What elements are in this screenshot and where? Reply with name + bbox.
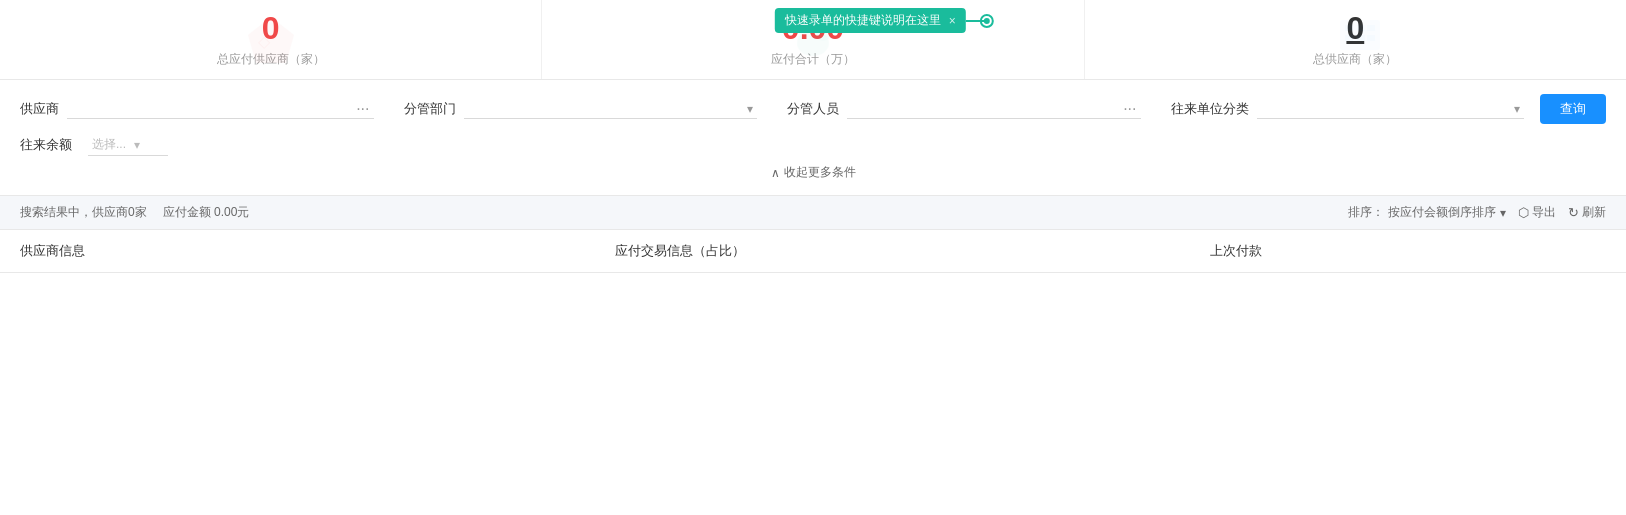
amount-placeholder: 选择... <box>92 136 126 153</box>
refresh-icon: ↻ <box>1568 205 1579 220</box>
svg-rect-6 <box>1357 25 1365 31</box>
unit-category-chevron-icon[interactable]: ▾ <box>1510 102 1524 116</box>
result-left: 搜索结果中，供应商0家 应付金额 0.00元 <box>20 204 249 221</box>
filter-unit-category: 往来单位分类 ▾ <box>1171 99 1525 119</box>
export-button[interactable]: ⬡ 导出 <box>1518 204 1556 221</box>
shortcut-tooltip[interactable]: 快速录单的快捷键说明在这里 × <box>775 8 966 33</box>
svg-text:◇: ◇ <box>258 33 271 50</box>
unit-category-input-wrap[interactable]: ▾ <box>1257 99 1525 119</box>
tooltip-close-button[interactable]: × <box>949 14 956 28</box>
table-body <box>0 273 1626 515</box>
collapse-row: ∧ 收起更多条件 <box>20 160 1606 185</box>
export-label: 导出 <box>1532 204 1556 221</box>
sort-value: 按应付会额倒序排序 <box>1388 204 1496 221</box>
filter-row-1: 供应商 ··· 分管部门 ▾ 分管人员 ··· 往来单位分 <box>20 94 1606 124</box>
sort-label: 排序： <box>1348 204 1384 221</box>
filter-dept: 分管部门 ▾ <box>404 99 758 119</box>
sort-chevron-icon: ▾ <box>1500 206 1506 220</box>
svg-rect-10 <box>1367 35 1375 41</box>
filter-area: 供应商 ··· 分管部门 ▾ 分管人员 ··· 往来单位分 <box>0 80 1626 196</box>
payable-amount-text: 应付金额 0.00元 <box>163 204 250 221</box>
person-label: 分管人员 <box>787 100 839 118</box>
query-button[interactable]: 查询 <box>1540 94 1606 124</box>
collapse-label: 收起更多条件 <box>784 164 856 181</box>
filter-row-2: 往来余额 选择... ▾ <box>20 134 1606 156</box>
export-icon: ⬡ <box>1518 205 1529 220</box>
result-bar: 搜索结果中，供应商0家 应付金额 0.00元 排序： 按应付会额倒序排序 ▾ ⬡… <box>0 196 1626 230</box>
person-more-icon[interactable]: ··· <box>1119 100 1140 118</box>
svg-marker-0 <box>248 17 294 63</box>
result-right: 排序： 按应付会额倒序排序 ▾ ⬡ 导出 ↻ 刷新 <box>1348 204 1606 221</box>
person-input-wrap[interactable]: ··· <box>847 99 1141 119</box>
stat-total-suppliers: 0 总供应商（家） <box>1085 0 1626 79</box>
amount-chevron-icon[interactable]: ▾ <box>130 138 144 152</box>
stat-payable-total: 快速录单的快捷键说明在这里 × 0.00 应付合计（万） <box>542 0 1084 79</box>
tooltip-dot <box>982 16 992 26</box>
svg-rect-9 <box>1357 35 1365 41</box>
table-area: 供应商信息 应付交易信息（占比） 上次付款 <box>0 230 1626 515</box>
collapse-up-icon: ∧ <box>771 166 780 180</box>
refresh-label: 刷新 <box>1582 204 1606 221</box>
supplier-input-wrap[interactable]: ··· <box>67 99 374 119</box>
stat-total-payable-suppliers: ◇ 0 总应付供应商（家） <box>0 0 542 79</box>
svg-rect-7 <box>1367 25 1375 31</box>
col-payable-header: 应付交易信息（占比） <box>615 242 1210 260</box>
supplier-count-text: 搜索结果中，供应商0家 <box>20 204 147 221</box>
supplier-input[interactable] <box>67 99 352 118</box>
dept-chevron-icon[interactable]: ▾ <box>743 102 757 116</box>
filter-person: 分管人员 ··· <box>787 99 1141 119</box>
collapse-button[interactable]: ∧ 收起更多条件 <box>755 160 872 185</box>
unit-category-input[interactable] <box>1257 99 1511 118</box>
svg-rect-5 <box>1345 25 1353 31</box>
table-header: 供应商信息 应付交易信息（占比） 上次付款 <box>0 230 1626 273</box>
person-input[interactable] <box>847 99 1119 118</box>
stats-bar: ◇ 0 总应付供应商（家） 快速录单的快捷键说明在这里 × 0.00 应付合计（… <box>0 0 1626 80</box>
amount-label: 往来余额 <box>20 136 72 154</box>
tooltip-text: 快速录单的快捷键说明在这里 <box>785 12 941 29</box>
dept-input[interactable] <box>464 99 744 118</box>
dept-input-wrap[interactable]: ▾ <box>464 99 758 119</box>
col-supplier-header: 供应商信息 <box>20 242 615 260</box>
amount-select[interactable]: 选择... ▾ <box>88 134 168 156</box>
filter-supplier: 供应商 ··· <box>20 99 374 119</box>
svg-rect-8 <box>1345 35 1353 41</box>
filter-amount: 往来余额 选择... ▾ <box>20 134 168 156</box>
refresh-button[interactable]: ↻ 刷新 <box>1568 204 1606 221</box>
sort-select[interactable]: 排序： 按应付会额倒序排序 ▾ <box>1348 204 1506 221</box>
dept-label: 分管部门 <box>404 100 456 118</box>
unit-category-label: 往来单位分类 <box>1171 100 1249 118</box>
supplier-more-icon[interactable]: ··· <box>352 100 373 118</box>
supplier-label: 供应商 <box>20 100 59 118</box>
col-lastpay-header: 上次付款 <box>1210 242 1607 260</box>
diamond-icon: ◇ <box>246 15 296 65</box>
building-icon <box>1330 15 1380 65</box>
